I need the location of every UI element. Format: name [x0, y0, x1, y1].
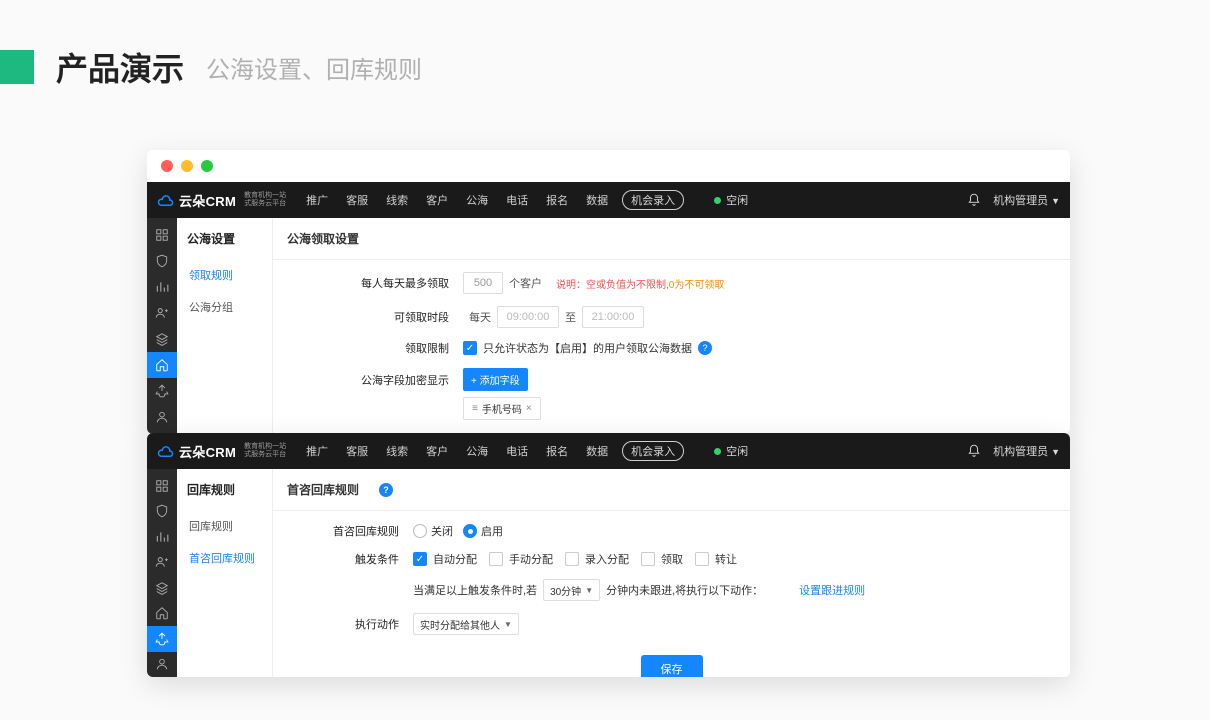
label-rule: 首咨回库规则: [273, 523, 413, 539]
rail-person-icon[interactable]: [147, 550, 177, 576]
nav-item[interactable]: 报名: [538, 443, 576, 459]
add-field-button[interactable]: + 添加字段: [463, 368, 528, 391]
trigger-checkbox[interactable]: [641, 552, 655, 566]
brand-logo: 云朵CRM 教育机构一站式服务云平台: [157, 442, 286, 461]
rail-person-icon[interactable]: [147, 300, 177, 326]
label-mask-fields: 公海字段加密显示: [273, 368, 463, 388]
duration-select[interactable]: 30分钟▼: [543, 579, 600, 601]
cloud-icon: [157, 194, 175, 206]
rail-layers-icon[interactable]: [147, 575, 177, 601]
rail-user2-icon[interactable]: [147, 652, 177, 678]
rail-shield-icon[interactable]: [147, 248, 177, 274]
radio-off[interactable]: [413, 524, 427, 538]
nav-item[interactable]: 公海: [458, 192, 496, 208]
rail-home-icon[interactable]: [147, 601, 177, 627]
trigger-checkbox[interactable]: [489, 552, 503, 566]
brand-text: 云朵CRM: [179, 191, 236, 210]
max-claim-input[interactable]: [463, 272, 503, 294]
bell-icon[interactable]: [967, 444, 981, 458]
save-button[interactable]: 保存: [641, 655, 703, 677]
drag-icon[interactable]: ≡: [472, 403, 478, 414]
nav-item[interactable]: 客服: [338, 192, 376, 208]
user-menu[interactable]: 机构管理员▼: [993, 443, 1060, 459]
panel-return: 云朵CRM 教育机构一站式服务云平台 推广客服线索客户公海电话报名数据 机会录入…: [147, 433, 1070, 677]
slide-subtitle: 公海设置、回库规则: [206, 50, 422, 85]
cloud-icon: [157, 445, 175, 457]
section-title: 公海领取设置: [273, 218, 1070, 259]
set-followup-link[interactable]: 设置跟进规则: [799, 582, 865, 598]
side-header: 公海设置: [177, 218, 272, 259]
opportunity-button[interactable]: 机会录入: [622, 190, 684, 210]
bell-icon[interactable]: [967, 193, 981, 207]
nav-item[interactable]: 数据: [578, 192, 616, 208]
rail-grid-icon[interactable]: [147, 473, 177, 499]
side-item[interactable]: 回库规则: [177, 510, 272, 542]
rail-home-icon[interactable]: [147, 352, 177, 378]
nav-item[interactable]: 线索: [378, 443, 416, 459]
status-badge: 空闲: [714, 443, 748, 459]
rail-layers-icon[interactable]: [147, 326, 177, 352]
nav-item[interactable]: 客服: [338, 443, 376, 459]
trigger-checkbox[interactable]: ✓: [413, 552, 427, 566]
restrict-checkbox[interactable]: ✓: [463, 341, 477, 355]
remove-tag-icon[interactable]: ×: [526, 403, 532, 414]
rail-user2-icon[interactable]: [147, 404, 177, 430]
time-to-input[interactable]: [582, 306, 644, 328]
nav-item[interactable]: 客户: [418, 192, 456, 208]
nav-item[interactable]: 报名: [538, 192, 576, 208]
label-trigger: 触发条件: [273, 551, 413, 567]
trigger-checkbox[interactable]: [695, 552, 709, 566]
panel-gonghai: 云朵CRM 教育机构一站式服务云平台 推广客服线索客户公海电话报名数据 机会录入…: [147, 150, 1070, 434]
help-icon[interactable]: ?: [698, 341, 712, 355]
section-title: 首咨回库规则 ?: [273, 469, 1070, 510]
side-item[interactable]: 公海分组: [177, 291, 272, 323]
rail-recycle-icon[interactable]: [147, 378, 177, 404]
rail-bars-icon[interactable]: [147, 274, 177, 300]
nav-item[interactable]: 线索: [378, 192, 416, 208]
trigger-checkbox[interactable]: [565, 552, 579, 566]
nav-item[interactable]: 电话: [498, 192, 536, 208]
close-icon[interactable]: [161, 160, 173, 172]
field-tag: ≡ 手机号码 ×: [463, 397, 541, 420]
label-action: 执行动作: [273, 616, 413, 632]
opportunity-button[interactable]: 机会录入: [622, 441, 684, 461]
maximize-icon[interactable]: [201, 160, 213, 172]
accent-block: [0, 50, 34, 84]
side-item[interactable]: 领取规则: [177, 259, 272, 291]
time-from-input[interactable]: [497, 306, 559, 328]
brand-logo: 云朵CRM 教育机构一站式服务云平台: [157, 191, 286, 210]
user-menu[interactable]: 机构管理员▼: [993, 192, 1060, 208]
label-max-claim: 每人每天最多领取: [273, 275, 463, 291]
minimize-icon[interactable]: [181, 160, 193, 172]
label-restrict: 领取限制: [273, 340, 463, 356]
nav-item[interactable]: 推广: [298, 443, 336, 459]
nav-item[interactable]: 数据: [578, 443, 616, 459]
nav-item[interactable]: 公海: [458, 443, 496, 459]
nav-item[interactable]: 电话: [498, 443, 536, 459]
rail-recycle-icon[interactable]: [147, 626, 177, 652]
radio-on[interactable]: [463, 524, 477, 538]
nav-item[interactable]: 推广: [298, 192, 336, 208]
top-nav-bar: 云朵CRM 教育机构一站式服务云平台 推广客服线索客户公海电话报名数据 机会录入…: [147, 182, 1070, 218]
note-text: 说明：空或负值为不限制,0为不可领取: [556, 276, 724, 291]
rail-bars-icon[interactable]: [147, 524, 177, 550]
top-nav-bar: 云朵CRM 教育机构一站式服务云平台 推广客服线索客户公海电话报名数据 机会录入…: [147, 433, 1070, 469]
rail-grid-icon[interactable]: [147, 222, 177, 248]
label-time-range: 可领取时段: [273, 309, 463, 325]
action-select[interactable]: 实时分配给其他人▼: [413, 613, 519, 635]
rail-shield-icon[interactable]: [147, 499, 177, 525]
slide-title: 产品演示: [56, 44, 184, 90]
status-badge: 空闲: [714, 192, 748, 208]
nav-item[interactable]: 客户: [418, 443, 456, 459]
side-item[interactable]: 首咨回库规则: [177, 542, 272, 574]
side-header: 回库规则: [177, 469, 272, 510]
window-controls: [147, 150, 1070, 182]
help-icon[interactable]: ?: [379, 483, 393, 497]
